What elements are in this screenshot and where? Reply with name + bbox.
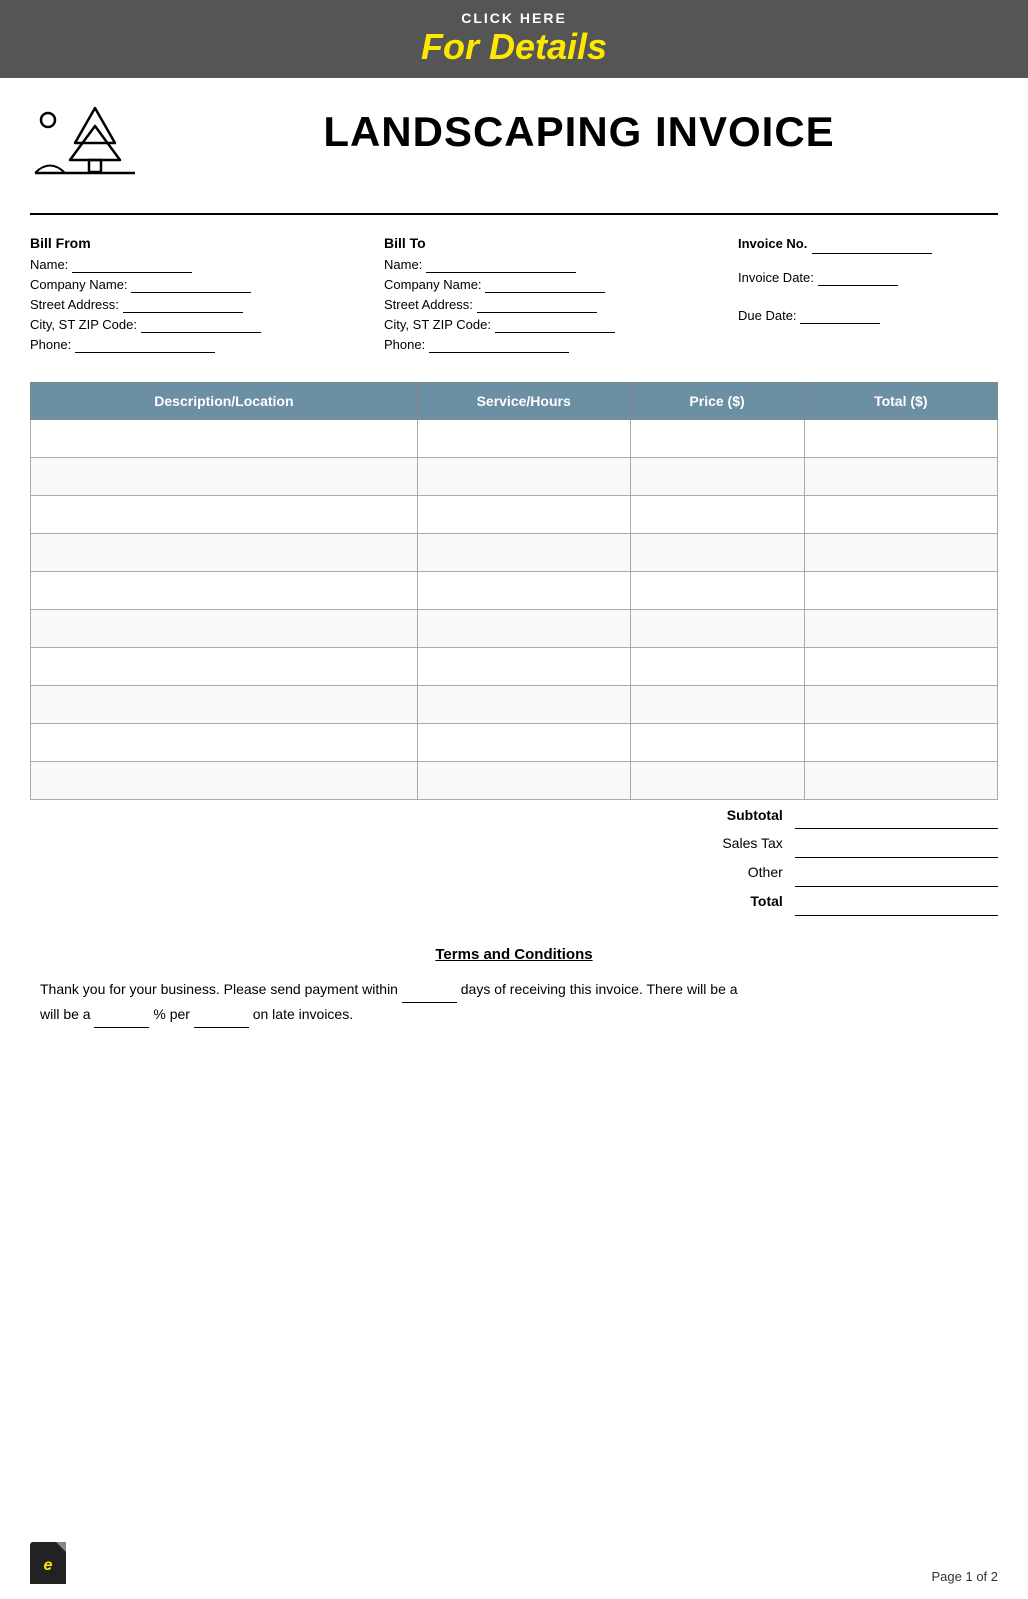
bill-to-company: Company Name: xyxy=(384,277,728,293)
invoice-meta-column: Invoice No. Invoice Date: Due Date: xyxy=(738,235,998,357)
table-row[interactable] xyxy=(31,686,998,724)
terms-section: Terms and Conditions Thank you for your … xyxy=(30,946,998,1028)
logo-area xyxy=(30,98,160,193)
subtotal-value[interactable] xyxy=(795,800,998,829)
subtotal-label: Subtotal xyxy=(678,800,795,829)
terms-title: Terms and Conditions xyxy=(40,946,988,963)
invoice-no-row: Invoice No. xyxy=(738,235,998,254)
bill-from-column: Bill From Name: Company Name: Street Add… xyxy=(30,235,374,357)
table-row[interactable] xyxy=(31,496,998,534)
table-row[interactable] xyxy=(31,572,998,610)
invoice-date-row: Invoice Date: xyxy=(738,270,998,286)
bill-to-name: Name: xyxy=(384,257,728,273)
col-header-price: Price ($) xyxy=(630,383,804,420)
subtotal-row: Subtotal xyxy=(678,800,998,829)
table-row[interactable] xyxy=(31,458,998,496)
col-header-description: Description/Location xyxy=(31,383,418,420)
invoice-table: Description/Location Service/Hours Price… xyxy=(30,382,998,800)
banner-click-here-text: CLICK HERE xyxy=(0,10,1028,27)
table-row[interactable] xyxy=(31,762,998,800)
bill-from-header: Bill From xyxy=(30,235,374,251)
other-row: Other xyxy=(678,858,998,887)
sales-tax-row: Sales Tax xyxy=(678,829,998,858)
bill-to-header: Bill To xyxy=(384,235,728,251)
table-row[interactable] xyxy=(31,420,998,458)
bill-from-company: Company Name: xyxy=(30,277,374,293)
col-header-service: Service/Hours xyxy=(417,383,630,420)
document-area: LANDSCAPING INVOICE Bill From Name: Comp… xyxy=(0,78,1028,1522)
bill-from-phone: Phone: xyxy=(30,337,374,353)
other-label: Other xyxy=(678,858,795,887)
bill-to-address: Street Address: xyxy=(384,297,728,313)
total-value[interactable] xyxy=(795,887,998,916)
total-row: Total xyxy=(678,887,998,916)
bill-to-city: City, ST ZIP Code: xyxy=(384,317,728,333)
totals-section: Subtotal Sales Tax Other Total xyxy=(30,800,998,916)
page-number: Page 1 of 2 xyxy=(932,1569,999,1584)
bill-from-city: City, ST ZIP Code: xyxy=(30,317,374,333)
totals-table: Subtotal Sales Tax Other Total xyxy=(678,800,998,916)
other-value[interactable] xyxy=(795,858,998,887)
page-wrapper: CLICK HERE For Details xyxy=(0,0,1028,1599)
bill-from-address: Street Address: xyxy=(30,297,374,313)
title-area: LANDSCAPING INVOICE xyxy=(160,98,998,156)
table-row[interactable] xyxy=(31,724,998,762)
bill-to-phone: Phone: xyxy=(384,337,728,353)
table-row[interactable] xyxy=(31,534,998,572)
table-row[interactable] xyxy=(31,610,998,648)
total-label: Total xyxy=(678,887,795,916)
header-divider xyxy=(30,213,998,215)
billing-section: Bill From Name: Company Name: Street Add… xyxy=(30,235,998,357)
banner-for-details-text: For Details xyxy=(0,27,1028,67)
sales-tax-label: Sales Tax xyxy=(678,829,795,858)
table-row[interactable] xyxy=(31,648,998,686)
due-date-row: Due Date: xyxy=(738,308,998,324)
invoice-title: LANDSCAPING INVOICE xyxy=(160,108,998,156)
terms-text: Thank you for your business. Please send… xyxy=(40,978,988,1028)
footer-icon-letter: e xyxy=(44,1557,53,1575)
bill-from-name: Name: xyxy=(30,257,374,273)
sales-tax-value[interactable] xyxy=(795,829,998,858)
page-footer: e Page 1 of 2 xyxy=(0,1522,1028,1599)
bill-to-column: Bill To Name: Company Name: Street Addre… xyxy=(384,235,728,357)
footer-brand-icon: e xyxy=(30,1542,66,1584)
header-section: LANDSCAPING INVOICE xyxy=(30,98,998,193)
company-logo xyxy=(30,98,140,188)
banner[interactable]: CLICK HERE For Details xyxy=(0,0,1028,78)
col-header-total: Total ($) xyxy=(804,383,997,420)
